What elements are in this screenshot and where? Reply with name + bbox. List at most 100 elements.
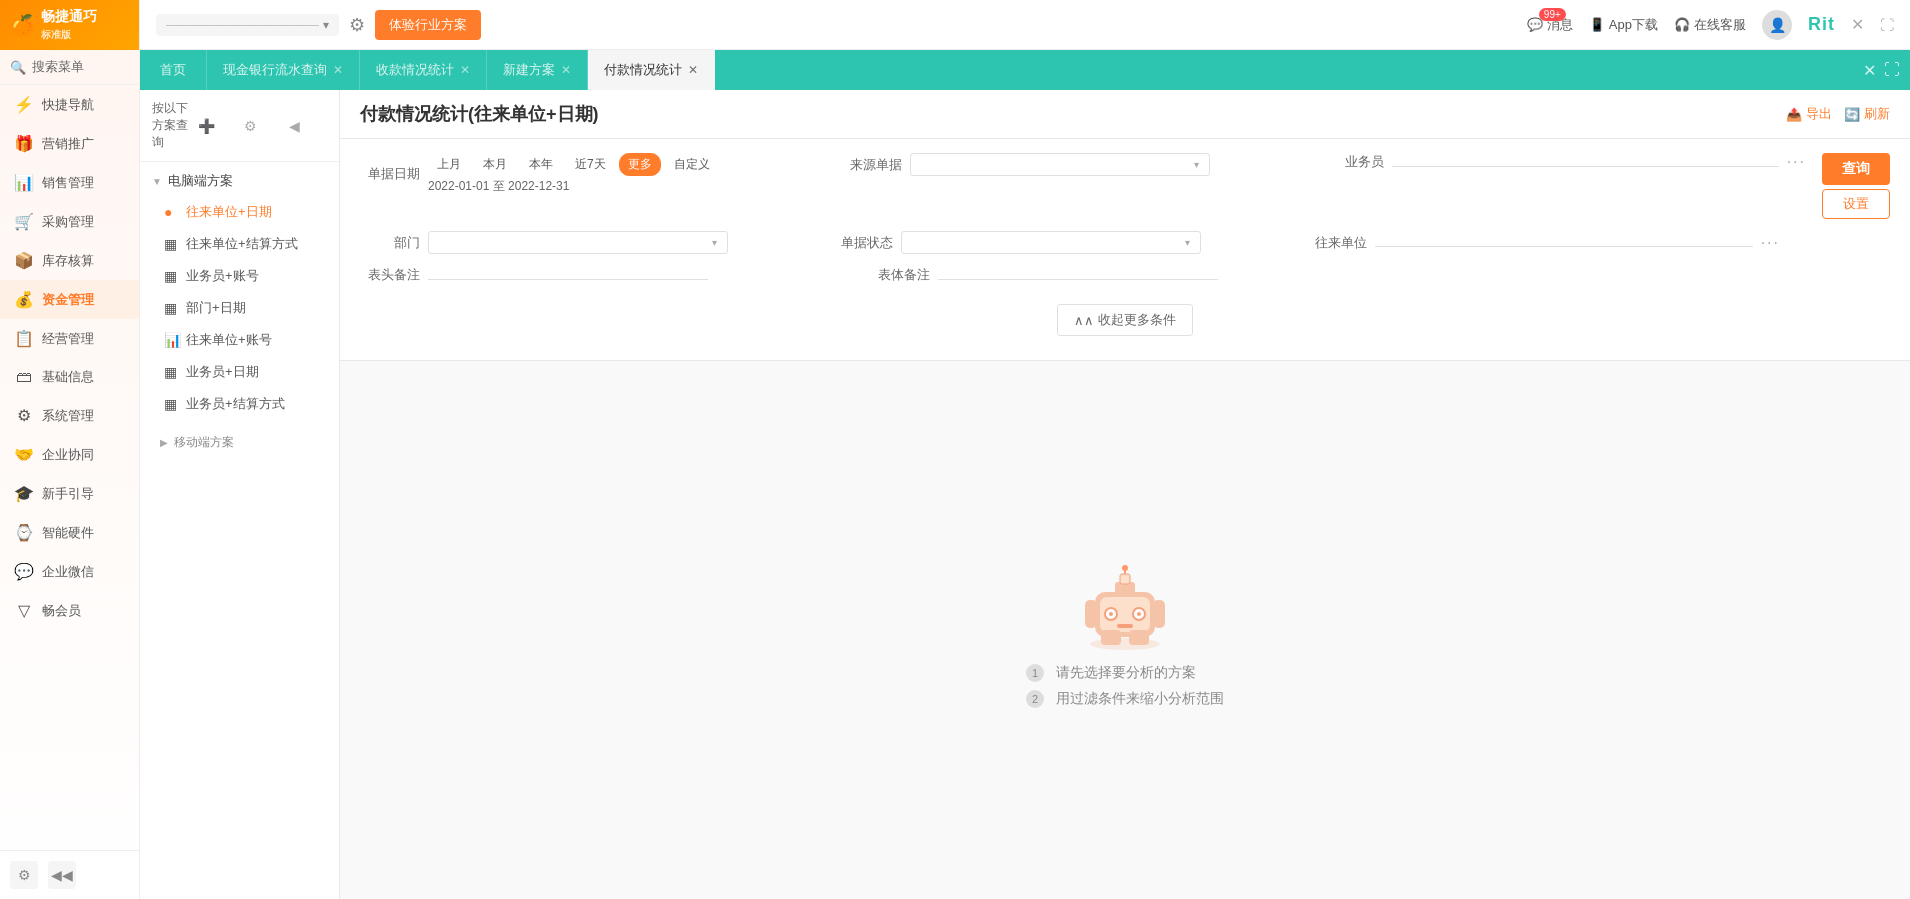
export-label: 导出 xyxy=(1806,105,1832,123)
header-note-label: 表头备注 xyxy=(360,266,420,284)
left-panel-title: 按以下方案查询 xyxy=(152,100,190,151)
scheme-dept-date[interactable]: ▦ 部门+日期 xyxy=(140,292,339,324)
scheme-client-account[interactable]: 📊 往来单位+账号 xyxy=(140,324,339,356)
pc-scheme-section: ▼ 电脑端方案 ● 往来单位+日期 ▦ 往来单位+结算方式 ▦ 业务员+账号 ▦ xyxy=(140,162,339,424)
scheme-settings-btn[interactable]: ⚙ xyxy=(244,118,282,134)
sidebar-item-wechat[interactable]: 💬 企业微信 xyxy=(0,552,139,591)
tab-new-plan-close[interactable]: ✕ xyxy=(561,63,571,77)
tab-payment-stat-close[interactable]: ✕ xyxy=(688,63,698,77)
last-7-btn[interactable]: 近7天 xyxy=(566,153,615,176)
voucher-status-select[interactable]: ▾ xyxy=(901,231,1201,254)
management-icon: 📋 xyxy=(14,329,34,348)
username: Rit xyxy=(1808,14,1835,35)
sidebar-item-management[interactable]: 📋 经营管理 xyxy=(0,319,139,358)
service-btn[interactable]: 🎧 在线客服 xyxy=(1674,16,1746,34)
client-filter-label: 往来单位 xyxy=(1307,234,1367,252)
last-month-btn[interactable]: 上月 xyxy=(428,153,470,176)
window-maximize-icon[interactable]: ⛶ xyxy=(1880,17,1894,33)
dept-filter-label: 部门 xyxy=(360,234,420,252)
pc-section-arrow: ▼ xyxy=(152,176,162,187)
tab-bank-flow[interactable]: 现金银行流水查询 ✕ xyxy=(207,50,360,90)
body-note-label: 表体备注 xyxy=(870,266,930,284)
sidebar-item-marketing[interactable]: 🎁 营销推广 xyxy=(0,124,139,163)
tab-more-actions[interactable]: ✕ ⛶ xyxy=(1853,50,1910,90)
source-select[interactable]: ▾ xyxy=(910,153,1210,176)
scheme-client-date[interactable]: ● 往来单位+日期 xyxy=(140,196,339,228)
tab-receipt-stat[interactable]: 收款情况统计 ✕ xyxy=(360,50,487,90)
logo-icon: 🍊 xyxy=(10,13,35,37)
trial-btn[interactable]: 体验行业方案 xyxy=(375,10,481,40)
empty-step-1: 1 请先选择要分析的方案 xyxy=(1026,664,1224,682)
scheme-staff-settle[interactable]: ▦ 业务员+结算方式 xyxy=(140,388,339,420)
sidebar-item-label: 企业微信 xyxy=(42,563,94,581)
tab-bank-flow-label: 现金银行流水查询 xyxy=(223,61,327,79)
tab-receipt-stat-close[interactable]: ✕ xyxy=(460,63,470,77)
empty-step-2: 2 用过滤条件来缩小分析范围 xyxy=(1026,690,1224,708)
custom-date-btn[interactable]: 自定义 xyxy=(665,153,719,176)
query-btn[interactable]: 查询 xyxy=(1822,153,1890,185)
client-more-btn[interactable]: ··· xyxy=(1761,234,1780,252)
scheme-staff-date[interactable]: ▦ 业务员+日期 xyxy=(140,356,339,388)
staff-more-btn[interactable]: ··· xyxy=(1787,153,1806,171)
body-note-input[interactable] xyxy=(938,271,1218,280)
this-year-btn[interactable]: 本年 xyxy=(520,153,562,176)
app-download-btn[interactable]: 📱 App下载 xyxy=(1589,16,1658,34)
dept-arrow-icon: ▾ xyxy=(712,237,717,248)
tab-new-plan-label: 新建方案 xyxy=(503,61,555,79)
sidebar-item-cooperation[interactable]: 🤝 企业协同 xyxy=(0,435,139,474)
tab-bank-flow-close[interactable]: ✕ xyxy=(333,63,343,77)
svg-rect-9 xyxy=(1120,574,1130,584)
panel-collapse-btn[interactable]: ◀ xyxy=(289,118,327,134)
sidebar-item-system[interactable]: ⚙ 系统管理 xyxy=(0,396,139,435)
footer-settings-btn[interactable]: ⚙ xyxy=(10,861,38,889)
settings-btn[interactable]: 设置 xyxy=(1822,189,1890,219)
tab-home[interactable]: 首页 xyxy=(140,50,207,90)
sidebar-item-inventory[interactable]: 📦 库存核算 xyxy=(0,241,139,280)
address-text: ────────────────── xyxy=(166,18,319,32)
tab-new-plan[interactable]: 新建方案 ✕ xyxy=(487,50,588,90)
message-btn[interactable]: 💬 消息 99+ xyxy=(1527,16,1573,34)
scheme-icon: ▦ xyxy=(164,300,180,316)
this-month-btn[interactable]: 本月 xyxy=(474,153,516,176)
collapse-filter-btn[interactable]: ∧∧ 收起更多条件 xyxy=(1057,304,1193,336)
footer-collapse-btn[interactable]: ◀◀ xyxy=(48,861,76,889)
staff-input-area xyxy=(1392,158,1779,167)
sidebar-item-sales[interactable]: 📊 销售管理 xyxy=(0,163,139,202)
refresh-label: 刷新 xyxy=(1864,105,1890,123)
tab-payment-stat[interactable]: 付款情况统计 ✕ xyxy=(588,50,715,90)
sidebar-item-purchase[interactable]: 🛒 采购管理 xyxy=(0,202,139,241)
sidebar-item-member[interactable]: ▽ 畅会员 xyxy=(0,591,139,630)
sidebar-item-guide[interactable]: 🎓 新手引导 xyxy=(0,474,139,513)
gear-icon[interactable]: ⚙ xyxy=(349,14,365,36)
svg-rect-13 xyxy=(1153,600,1165,628)
scheme-label: 业务员+结算方式 xyxy=(186,395,285,413)
hardware-icon: ⌚ xyxy=(14,523,34,542)
search-menu[interactable]: 🔍 搜索菜单 xyxy=(0,50,139,85)
sidebar-item-capital[interactable]: 💰 资金管理 xyxy=(0,280,139,319)
sidebar-item-hardware[interactable]: ⌚ 智能硬件 xyxy=(0,513,139,552)
purchase-icon: 🛒 xyxy=(14,212,34,231)
dept-select[interactable]: ▾ xyxy=(428,231,728,254)
sidebar-item-label: 库存核算 xyxy=(42,252,94,270)
window-close-tab-icon[interactable]: ✕ xyxy=(1863,61,1876,80)
data-area: 1 请先选择要分析的方案 2 用过滤条件来缩小分析范围 xyxy=(340,361,1910,899)
date-buttons: 上月 本月 本年 近7天 更多 自定义 xyxy=(428,153,719,176)
window-expand-icon[interactable]: ⛶ xyxy=(1884,61,1900,79)
scheme-label: 往来单位+账号 xyxy=(186,331,272,349)
scheme-staff-account[interactable]: ▦ 业务员+账号 xyxy=(140,260,339,292)
content-area: 按以下方案查询 ➕ ⚙ ◀ ▼ 电脑端方案 ● 往来单位+日期 ▦ 往来单位+结… xyxy=(140,90,1910,899)
refresh-btn[interactable]: 🔄 刷新 xyxy=(1844,105,1890,123)
address-bar[interactable]: ────────────────── ▾ xyxy=(156,14,339,36)
add-scheme-btn[interactable]: ➕ xyxy=(198,118,236,134)
mobile-section-header[interactable]: ▶ 移动端方案 xyxy=(140,428,339,457)
export-btn[interactable]: 📤 导出 xyxy=(1786,105,1832,123)
app-label: App下载 xyxy=(1609,16,1658,34)
sidebar-item-basic-info[interactable]: 🗃 基础信息 xyxy=(0,358,139,396)
svg-point-0 xyxy=(1090,638,1160,650)
scheme-client-settle[interactable]: ▦ 往来单位+结算方式 xyxy=(140,228,339,260)
more-dates-btn[interactable]: 更多 xyxy=(619,153,661,176)
header-note-input[interactable] xyxy=(428,271,708,280)
window-close-icon[interactable]: ✕ xyxy=(1851,15,1864,34)
pc-section-header[interactable]: ▼ 电脑端方案 xyxy=(140,166,339,196)
sidebar-item-quick-nav[interactable]: ⚡ 快捷导航 xyxy=(0,85,139,124)
